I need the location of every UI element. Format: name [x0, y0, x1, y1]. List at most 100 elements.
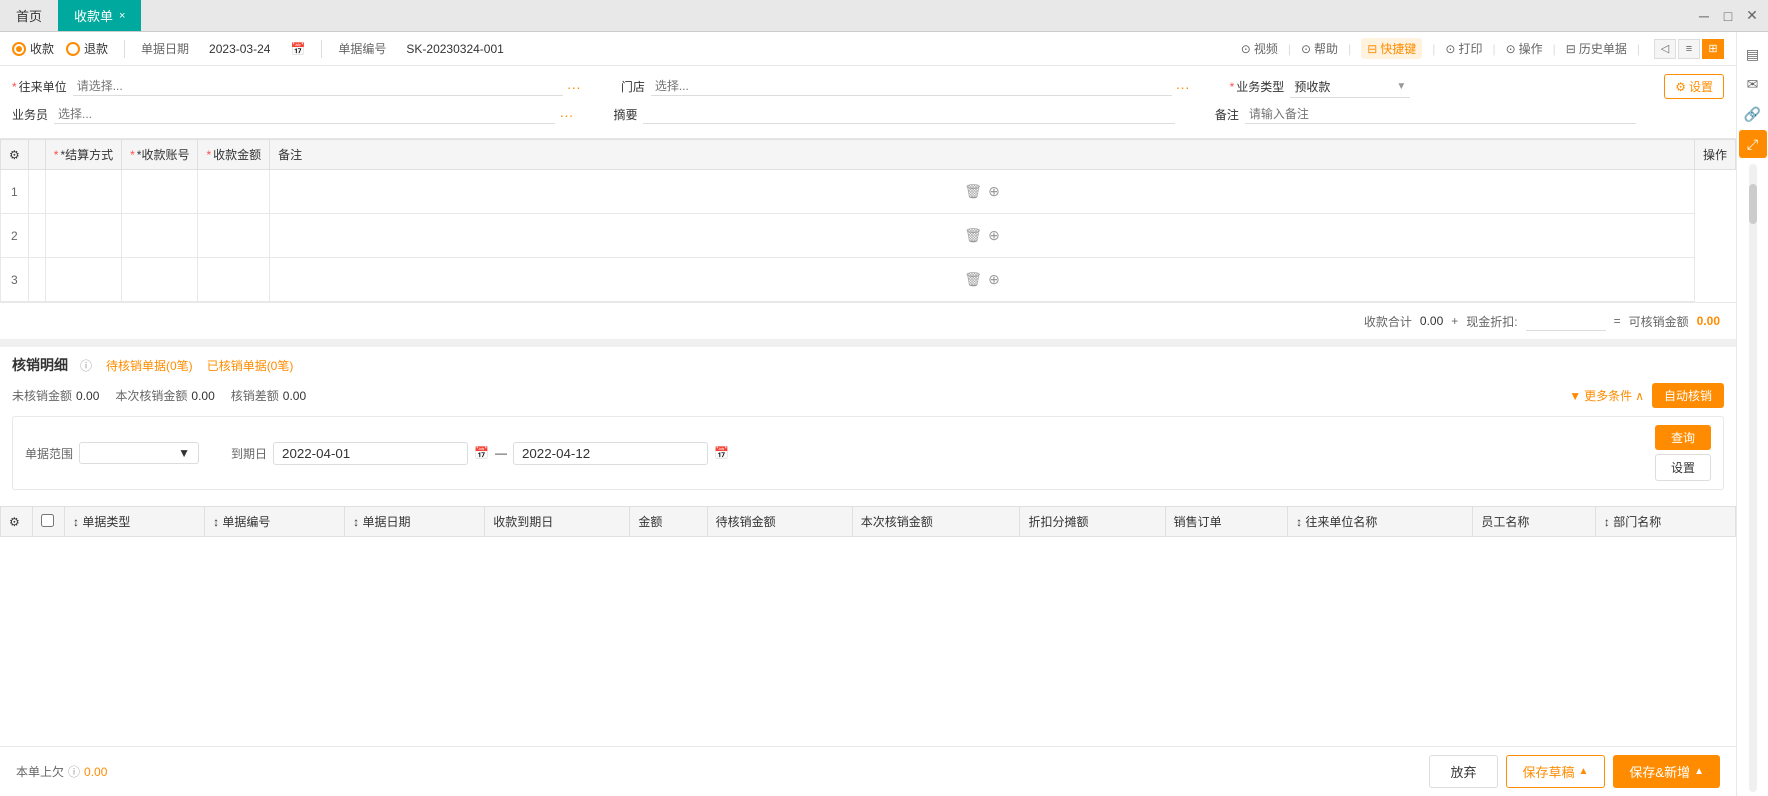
row-2-settlement[interactable] [28, 214, 45, 258]
counterparty-field: * 往来单位 ··· [12, 77, 581, 96]
radio-receipt[interactable]: 收款 [12, 40, 54, 57]
discount-input[interactable] [1526, 311, 1606, 331]
current-label: 本次核销金额 [115, 387, 187, 404]
tab-active[interactable]: 收款单 × [58, 0, 141, 31]
query-btn[interactable]: 查询 [1655, 425, 1711, 450]
save-draft-btn[interactable]: 保存草稿 ▲ [1506, 755, 1606, 788]
tab-home[interactable]: 首页 [0, 0, 58, 31]
row-1-account[interactable] [45, 170, 121, 214]
row-3-amount[interactable] [122, 258, 198, 302]
close-btn[interactable]: ✕ [1744, 8, 1760, 24]
due-date-end[interactable] [513, 442, 708, 465]
remark-input[interactable] [1245, 105, 1636, 124]
bth-employee: 员工名称 [1473, 507, 1596, 537]
row-1-actions: 🗑 ⊕ [278, 183, 1686, 200]
salesman-input[interactable] [54, 105, 555, 124]
save-draft-label: 保存草稿 [1523, 762, 1575, 781]
sidebar-expand-icon[interactable]: ⤢ [1739, 130, 1767, 158]
table-row: 1 🗑 ⊕ [1, 170, 1736, 214]
discard-btn[interactable]: 放弃 [1429, 755, 1497, 788]
row-3-copy-btn[interactable]: ⊕ [988, 271, 1000, 288]
bottom-table: ⚙ ↕ 单据类型 ↕ 单据编号 ↕ 单据日期 收款到期日 金额 待核销金额 本次… [0, 506, 1736, 537]
radio-receipt-label: 收款 [30, 40, 54, 57]
shortcut-btn[interactable]: ⊟ 快捷键 [1361, 38, 1422, 59]
radio-refund[interactable]: 退款 [66, 40, 108, 57]
layout-detail-btn[interactable]: ⊞ [1702, 39, 1724, 59]
operation-btn[interactable]: ⊙ 操作 [1506, 40, 1543, 57]
sidebar-scrollbar[interactable] [1749, 164, 1757, 792]
bottom-table-area[interactable]: ⚙ ↕ 单据类型 ↕ 单据编号 ↕ 单据日期 收款到期日 金额 待核销金额 本次… [0, 506, 1736, 746]
footer-stat-info-icon[interactable]: ⓘ [68, 763, 80, 780]
date-calendar-icon[interactable]: 📅 [290, 42, 305, 56]
done-tab[interactable]: 已核销单据(0笔) [205, 357, 294, 374]
row-3-delete-btn[interactable]: 🗑 [964, 271, 982, 288]
video-btn[interactable]: ⊙ 视频 [1241, 40, 1278, 57]
verify-settings-btn[interactable]: 设置 [1655, 454, 1711, 481]
biz-type-dropdown-icon: ▼ [1396, 81, 1406, 92]
row-3-account[interactable] [45, 258, 121, 302]
tab-close-btn[interactable]: × [119, 10, 125, 22]
row-2-delete-btn[interactable]: 🗑 [964, 227, 982, 244]
biz-type-select[interactable]: 预收款 ▼ [1290, 76, 1410, 98]
verify-info-icon[interactable]: ⓘ [80, 357, 92, 374]
summary-row: 收款合计 0.00 + 现金折扣: = 可核销金额 0.00 [0, 302, 1736, 339]
store-input[interactable] [651, 77, 1172, 96]
salesman-label: 业务员 [12, 106, 48, 123]
footer-stat: 本单上欠 ⓘ 0.00 [16, 763, 107, 780]
row-2-account[interactable] [45, 214, 121, 258]
select-all-checkbox[interactable] [41, 514, 54, 527]
save-draft-arrow-icon: ▲ [1579, 766, 1589, 777]
toolbar-row: 收款 退款 单据日期 2023-03-24 📅 单据编号 SK-20230324… [0, 32, 1736, 66]
sidebar-table-icon[interactable]: ▤ [1739, 40, 1767, 68]
row-1-delete-btn[interactable]: 🗑 [964, 183, 982, 200]
help-btn[interactable]: ⊙ 帮助 [1301, 40, 1338, 57]
salesman-more-btn[interactable]: ··· [559, 107, 573, 123]
bth-setting[interactable]: ⚙ [1, 507, 33, 537]
due-date-field: 到期日 📅 — 📅 [231, 442, 729, 465]
row-3-settlement[interactable] [28, 258, 45, 302]
date-calendar-end-icon[interactable]: 📅 [714, 446, 729, 460]
bth-current-amount: 本次核销金额 [852, 507, 1020, 537]
maximize-btn[interactable]: □ [1720, 8, 1736, 24]
row-1-settlement[interactable] [28, 170, 45, 214]
counterparty-input[interactable] [73, 77, 563, 96]
sidebar-link-icon[interactable]: 🔗 [1739, 100, 1767, 128]
date-calendar-start-icon[interactable]: 📅 [474, 446, 489, 460]
layout-grid-btn[interactable]: ≡ [1678, 39, 1700, 59]
section-separator [0, 339, 1736, 347]
th-account: **收款账号 [122, 140, 198, 170]
verify-stats: 未核销金额 0.00 本次核销金额 0.00 核销差额 0.00 ▼ [12, 383, 1724, 408]
print-btn[interactable]: ⊙ 打印 [1445, 40, 1482, 57]
bth-checkbox[interactable] [33, 507, 65, 537]
voucher-no-label: 单据编号 [338, 40, 386, 57]
diff-label: 核销差额 [231, 387, 279, 404]
row-2-remark[interactable] [198, 214, 270, 258]
summary-input[interactable] [643, 105, 1174, 124]
due-date-start[interactable] [273, 442, 468, 465]
table-row: 3 🗑 ⊕ [1, 258, 1736, 302]
th-setting[interactable]: ⚙ [1, 140, 29, 170]
counterparty-more-btn[interactable]: ··· [567, 79, 581, 95]
row-2-amount[interactable] [122, 214, 198, 258]
row-2-copy-btn[interactable]: ⊕ [988, 227, 1000, 244]
save-new-btn[interactable]: 保存&新增 ▲ [1613, 755, 1720, 788]
biz-settings-btn[interactable]: ⚙ 设置 [1664, 74, 1724, 99]
print-icon: ⊙ [1445, 42, 1455, 56]
history-btn[interactable]: ⊟ 历史单据 [1566, 40, 1627, 57]
layout-list-btn[interactable]: ◁ [1654, 39, 1676, 59]
store-more-btn[interactable]: ··· [1176, 79, 1190, 95]
more-conditions-btn[interactable]: ▼ 更多条件 ∧ [1569, 387, 1644, 404]
sidebar-mail-icon[interactable]: ✉ [1739, 70, 1767, 98]
salesman-field: 业务员 ··· [12, 105, 573, 124]
row-1-amount[interactable] [122, 170, 198, 214]
verify-section: 核销明细 ⓘ 待核销单据(0笔) 已核销单据(0笔) 未核销金额 0.00 [0, 347, 1736, 506]
bth-amount: 金额 [630, 507, 707, 537]
range-select[interactable]: ▼ [79, 442, 199, 464]
filter-icon: ▼ [1569, 389, 1581, 403]
minimize-btn[interactable]: ─ [1696, 8, 1712, 24]
pending-tab[interactable]: 待核销单据(0笔) [104, 357, 193, 374]
auto-verify-btn[interactable]: 自动核销 [1652, 383, 1724, 408]
row-1-remark[interactable] [198, 170, 270, 214]
row-1-copy-btn[interactable]: ⊕ [988, 183, 1000, 200]
row-3-remark[interactable] [198, 258, 270, 302]
